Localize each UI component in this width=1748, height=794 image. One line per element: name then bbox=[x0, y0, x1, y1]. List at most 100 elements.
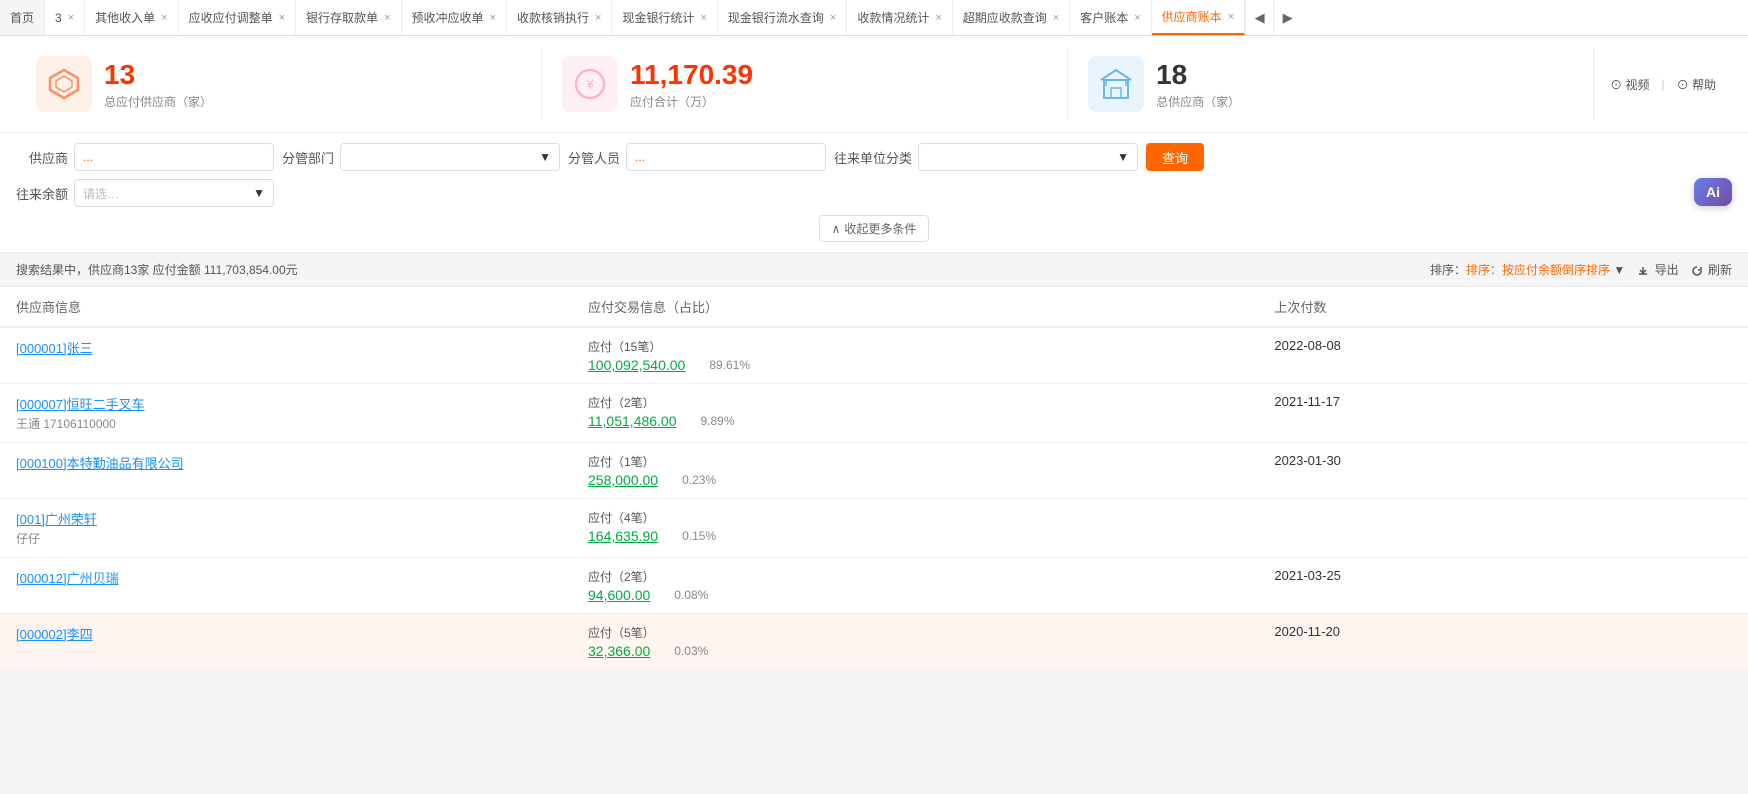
summary-bar: 13 总应付供应商（家） ¥ 11,170.39 应付合计（万） 18 总供应商… bbox=[0, 36, 1748, 133]
nav-bank-close[interactable]: × bbox=[384, 12, 390, 24]
nav-supplier-book-close[interactable]: × bbox=[1228, 11, 1234, 23]
trans-amount-3[interactable]: 258,000.00 bbox=[588, 472, 658, 488]
person-input[interactable]: ... bbox=[626, 143, 826, 171]
dept-select[interactable]: ▼ bbox=[340, 143, 560, 171]
transaction-info-1: 应付（15笔） 100,092,540.00 89.61% bbox=[588, 338, 1274, 373]
transaction-info-3: 应付（1笔） 258,000.00 0.23% bbox=[588, 453, 1274, 488]
nav-tab3-close[interactable]: × bbox=[68, 12, 74, 24]
lastpay-5: 2021-03-25 bbox=[1274, 568, 1732, 583]
supplier-link-6[interactable]: [000002]李四 bbox=[16, 624, 588, 643]
trans-amount-5[interactable]: 94,600.00 bbox=[588, 587, 650, 603]
nav-cash-stat-close[interactable]: × bbox=[700, 12, 706, 24]
nav-other-income-close[interactable]: × bbox=[161, 12, 167, 24]
lastpay-date-5: 2021-03-25 bbox=[1274, 568, 1341, 583]
supplier-link-3[interactable]: [000100]本特勤油品有限公司 bbox=[16, 453, 588, 472]
filter-row-1: 供应商 ... 分管部门 ▼ 分管人员 ... 往来单位分类 ▼ bbox=[16, 143, 1732, 171]
nav-overdue-close[interactable]: × bbox=[1053, 12, 1059, 24]
supplier-input[interactable]: ... bbox=[74, 143, 274, 171]
trans-percent-6: 0.03% bbox=[674, 644, 708, 658]
help-link[interactable]: ⊙ 帮助 bbox=[1677, 76, 1716, 93]
refresh-button[interactable]: 刷新 bbox=[1691, 261, 1732, 278]
trans-percent-4: 0.15% bbox=[682, 529, 716, 543]
transaction-info-5: 应付（2笔） 94,600.00 0.08% bbox=[588, 568, 1274, 603]
nav-verify-close[interactable]: × bbox=[595, 12, 601, 24]
table-row[interactable]: [000007]恒旺二手叉车 王通 17106110000 应付（2笔） 11,… bbox=[0, 384, 1748, 443]
supplier-icon bbox=[36, 56, 92, 112]
balance-select[interactable]: 请选… ▼ bbox=[74, 179, 274, 207]
trans-amount-1[interactable]: 100,092,540.00 bbox=[588, 357, 685, 373]
table-header: 供应商信息 应付交易信息（占比） 上次付数 bbox=[0, 287, 1748, 328]
nav-verify[interactable]: 收款核销执行 × bbox=[507, 0, 612, 35]
trans-percent-3: 0.23% bbox=[682, 473, 716, 487]
table-row[interactable]: [000001]张三 应付（15笔） 100,092,540.00 89.61%… bbox=[0, 328, 1748, 384]
balance-placeholder: 请选… bbox=[83, 185, 119, 202]
summary-info-total: 18 总供应商（家） bbox=[1156, 58, 1240, 111]
nav-prepay-close[interactable]: × bbox=[490, 12, 496, 24]
lastpay-date-3: 2023-01-30 bbox=[1274, 453, 1341, 468]
nav-home[interactable]: 首页 bbox=[0, 0, 45, 35]
summary-card-supplier: 13 总应付供应商（家） bbox=[16, 48, 542, 120]
supplier-contact-4: 仔仔 bbox=[16, 530, 588, 547]
nav-adjust[interactable]: 应收应付调整单 × bbox=[179, 0, 296, 35]
amount-label: 应付合计（万） bbox=[630, 93, 753, 110]
trans-amount-2[interactable]: 11,051,486.00 bbox=[588, 413, 677, 429]
svg-text:¥: ¥ bbox=[585, 76, 594, 92]
supplier-info-2: [000007]恒旺二手叉车 王通 17106110000 bbox=[16, 394, 588, 432]
supplier-contact-2: 王通 17106110000 bbox=[16, 415, 588, 432]
sort-label[interactable]: 排序：排序：按应付余额倒序排序 ▼ bbox=[1430, 261, 1625, 278]
ai-button[interactable]: Ai bbox=[1694, 178, 1732, 206]
nav-home-label: 首页 bbox=[10, 9, 34, 26]
amount-total: 11,170.39 bbox=[630, 58, 753, 92]
nav-next-arrow[interactable]: ▶ bbox=[1273, 0, 1301, 36]
nav-prepay[interactable]: 预收冲应收单 × bbox=[402, 0, 507, 35]
export-button[interactable]: 导出 bbox=[1637, 261, 1678, 278]
supplier-link-1[interactable]: [000001]张三 bbox=[16, 338, 588, 357]
trans-amount-6[interactable]: 32,366.00 bbox=[588, 643, 650, 659]
nav-collect-stat[interactable]: 收款情况统计 × bbox=[847, 0, 952, 35]
supplier-info-1: [000001]张三 bbox=[16, 338, 588, 357]
person-input-dots: ... bbox=[635, 150, 645, 164]
query-button[interactable]: 查询 bbox=[1146, 143, 1204, 171]
supplier-link-5[interactable]: [000012]广州贝瑞 bbox=[16, 568, 588, 587]
table-row[interactable]: [000100]本特勤油品有限公司 应付（1笔） 258,000.00 0.23… bbox=[0, 443, 1748, 499]
nav-prev-arrow[interactable]: ◀ bbox=[1245, 0, 1273, 36]
trans-amount-4[interactable]: 164,635.90 bbox=[588, 528, 658, 544]
nav-adjust-close[interactable]: × bbox=[279, 12, 285, 24]
amount-icon: ¥ bbox=[562, 56, 618, 112]
nav-supplier-book[interactable]: 供应商账本 × bbox=[1152, 0, 1245, 35]
nav-overdue[interactable]: 超期应收款查询 × bbox=[953, 0, 1070, 35]
nav-cash-flow[interactable]: 现金银行流水查询 × bbox=[718, 0, 847, 35]
collapse-button[interactable]: ∧ 收起更多条件 bbox=[819, 215, 930, 242]
summary-info-amount: 11,170.39 应付合计（万） bbox=[630, 58, 753, 111]
trans-percent-1: 89.61% bbox=[709, 358, 750, 372]
table-row[interactable]: [000002]李四 应付（5笔） 32,366.00 0.03% 2020-1… bbox=[0, 614, 1748, 670]
trans-label-1: 应付（15笔） bbox=[588, 338, 1274, 355]
nav-cash-flow-close[interactable]: × bbox=[830, 12, 836, 24]
result-actions: 排序：排序：按应付余额倒序排序 ▼ 导出 刷新 bbox=[1430, 261, 1732, 278]
supplier-link-2[interactable]: [000007]恒旺二手叉车 bbox=[16, 394, 588, 413]
trans-label-2: 应付（2笔） bbox=[588, 394, 1274, 411]
supplier-info-6: [000002]李四 bbox=[16, 624, 588, 643]
nav-cash-stat[interactable]: 现金银行统计 × bbox=[612, 0, 717, 35]
nav-other-income[interactable]: 其他收入单 × bbox=[85, 0, 178, 35]
nav-bank[interactable]: 银行存取款单 × bbox=[296, 0, 401, 35]
lastpay-1: 2022-08-08 bbox=[1274, 338, 1732, 353]
dept-filter-label: 分管部门 bbox=[282, 148, 334, 167]
table-row[interactable]: [000012]广州贝瑞 应付（2笔） 94,600.00 0.08% 2021… bbox=[0, 558, 1748, 614]
category-select[interactable]: ▼ bbox=[918, 143, 1138, 171]
nav-customer-book-close[interactable]: × bbox=[1134, 12, 1140, 24]
supplier-link-4[interactable]: [001]广州荣轩 bbox=[16, 509, 588, 528]
summary-card-total: 18 总供应商（家） bbox=[1068, 48, 1594, 120]
supplier-info-4: [001]广州荣轩 仔仔 bbox=[16, 509, 588, 547]
video-link[interactable]: ⊙ 视频 bbox=[1610, 76, 1649, 93]
filter-category: 往来单位分类 ▼ bbox=[834, 143, 1138, 171]
result-bar: 搜索结果中，供应商13家 应付金额 111,703,854.00元 排序：排序：… bbox=[0, 253, 1748, 287]
top-navigation: 首页 3 × 其他收入单 × 应收应付调整单 × 银行存取款单 × 预收冲应收单… bbox=[0, 0, 1748, 36]
nav-collect-stat-close[interactable]: × bbox=[935, 12, 941, 24]
nav-tab3[interactable]: 3 × bbox=[45, 0, 85, 35]
lastpay-date-6: 2020-11-20 bbox=[1274, 624, 1340, 639]
dept-arrow-icon: ▼ bbox=[539, 150, 551, 164]
nav-cash-flow-label: 现金银行流水查询 bbox=[728, 9, 824, 26]
nav-customer-book[interactable]: 客户账本 × bbox=[1070, 0, 1151, 35]
table-row[interactable]: [001]广州荣轩 仔仔 应付（4笔） 164,635.90 0.15% bbox=[0, 499, 1748, 558]
